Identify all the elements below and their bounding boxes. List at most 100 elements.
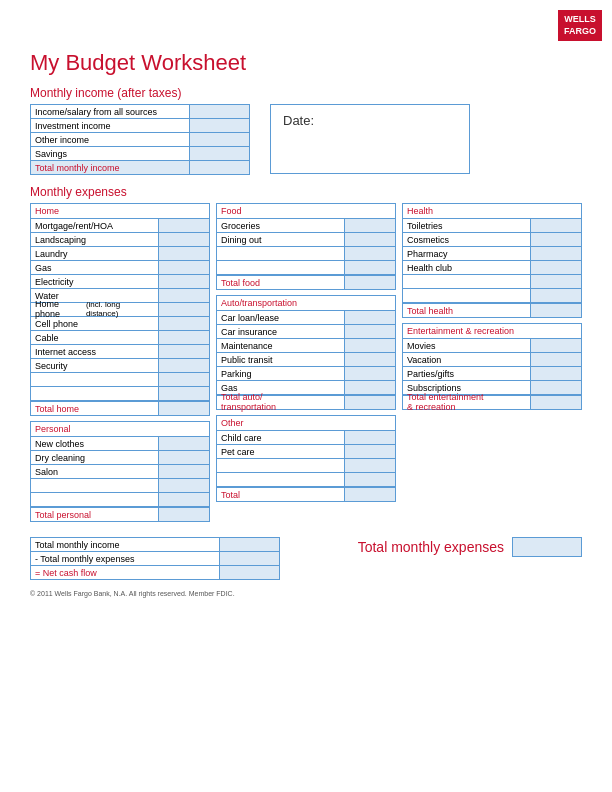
expense-row: Vacation [403,353,581,367]
other-header: Other [217,416,395,431]
auto-header: Auto/transportation [217,296,395,311]
expense-row: Cable [31,331,209,345]
home-total-row: Total home [31,401,209,415]
table-row: Investment income [31,119,250,133]
income-table: Income/salary from all sources Investmen… [30,104,250,175]
income-value[interactable] [190,105,250,119]
expense-row: Car insurance [217,325,395,339]
personal-total-row: Total personal [31,507,209,521]
expense-row: Dining out [217,233,395,247]
food-section: Food Groceries Dining out Total food [216,203,396,290]
table-row: - Total monthly expenses [31,552,280,566]
expense-row [217,247,395,261]
expense-row [31,493,209,507]
net-cashflow-label: = Net cash flow [31,566,220,580]
expenses-col-3: Health Toiletries Cosmetics Pharmacy Hea… [402,203,582,527]
expense-row [217,459,395,473]
food-header: Food [217,204,395,219]
expense-row: Pharmacy [403,247,581,261]
expense-row [217,473,395,487]
table-row: Total monthly income [31,161,250,175]
total-monthly-income-label: Total monthly income [31,161,190,175]
auto-total-row: Total auto/transportation [217,395,395,409]
total-monthly-expenses-area: Total monthly expenses [358,537,582,557]
table-row: Income/salary from all sources [31,105,250,119]
expense-row: Security [31,359,209,373]
food-total-row: Total food [217,275,395,289]
expense-row [403,289,581,303]
date-label: Date: [283,113,314,128]
summary-table: Total monthly income - Total monthly exp… [30,537,280,580]
expense-row [403,275,581,289]
expense-row: Gas [31,261,209,275]
expenses-col-2: Food Groceries Dining out Total food Aut… [216,203,396,527]
entertainment-section: Entertainment & recreation Movies Vacati… [402,323,582,410]
other-section: Other Child care Pet care Total [216,415,396,502]
expense-row: Cell phone [31,317,209,331]
total-monthly-income-value[interactable] [190,161,250,175]
expense-row: Cosmetics [403,233,581,247]
expense-row [31,373,209,387]
expense-row: Mortgage/rent/HOA [31,219,209,233]
expense-row: Maintenance [217,339,395,353]
health-header: Health [403,204,581,219]
expense-row: Pet care [217,445,395,459]
home-section: Home Mortgage/rent/HOA Landscaping Laund… [30,203,210,416]
personal-header: Personal [31,422,209,437]
income-label: Savings [31,147,190,161]
total-me-label: Total monthly expenses [358,539,504,555]
expense-row: Dry cleaning [31,451,209,465]
expense-row: Toiletries [403,219,581,233]
footer: © 2011 Wells Fargo Bank, N.A. All rights… [30,590,582,597]
expense-row: Parties/gifts [403,367,581,381]
summary-label: Total monthly income [31,538,220,552]
table-row: Total monthly income [31,538,280,552]
expenses-grid: Home Mortgage/rent/HOA Landscaping Laund… [30,203,582,527]
summary-value[interactable] [220,552,280,566]
expense-row [217,261,395,275]
expense-row: Child care [217,431,395,445]
income-value[interactable] [190,133,250,147]
expense-row: Internet access [31,345,209,359]
income-value[interactable] [190,119,250,133]
expense-row [31,387,209,401]
auto-section: Auto/transportation Car loan/lease Car i… [216,295,396,410]
summary-label: - Total monthly expenses [31,552,220,566]
page-title: My Budget Worksheet [30,50,582,76]
summary-section: Total monthly income - Total monthly exp… [30,537,582,580]
page: WELLS FARGO My Budget Worksheet Monthly … [0,0,612,792]
expense-row: New clothes [31,437,209,451]
home-phone-row: Home phone(incl. long distance) [31,303,209,317]
expense-row: Laundry [31,247,209,261]
income-label: Investment income [31,119,190,133]
table-row: = Net cash flow [31,566,280,580]
entertainment-total-row: Total entertainment& recreation [403,395,581,409]
table-row: Savings [31,147,250,161]
expense-row: Parking [217,367,395,381]
entertainment-header: Entertainment & recreation [403,324,581,339]
date-box[interactable]: Date: [270,104,470,174]
expense-row: Electricity [31,275,209,289]
expense-row: Salon [31,465,209,479]
income-label: Other income [31,133,190,147]
home-header: Home [31,204,209,219]
table-row: Other income [31,133,250,147]
income-section-title: Monthly income (after taxes) [30,86,582,100]
expenses-col-1: Home Mortgage/rent/HOA Landscaping Laund… [30,203,210,527]
expense-row: Car loan/lease [217,311,395,325]
expense-row: Movies [403,339,581,353]
summary-value[interactable] [220,538,280,552]
net-cashflow-value[interactable] [220,566,280,580]
health-section: Health Toiletries Cosmetics Pharmacy Hea… [402,203,582,318]
expense-row: Public transit [217,353,395,367]
expense-row [31,479,209,493]
total-me-value[interactable] [512,537,582,557]
expense-row: Health club [403,261,581,275]
expenses-section-title: Monthly expenses [30,185,582,199]
expense-row: Groceries [217,219,395,233]
personal-section: Personal New clothes Dry cleaning Salon … [30,421,210,522]
wells-fargo-logo: WELLS FARGO [558,10,602,41]
income-value[interactable] [190,147,250,161]
income-area: Income/salary from all sources Investmen… [30,104,582,175]
other-total-row: Total [217,487,395,501]
